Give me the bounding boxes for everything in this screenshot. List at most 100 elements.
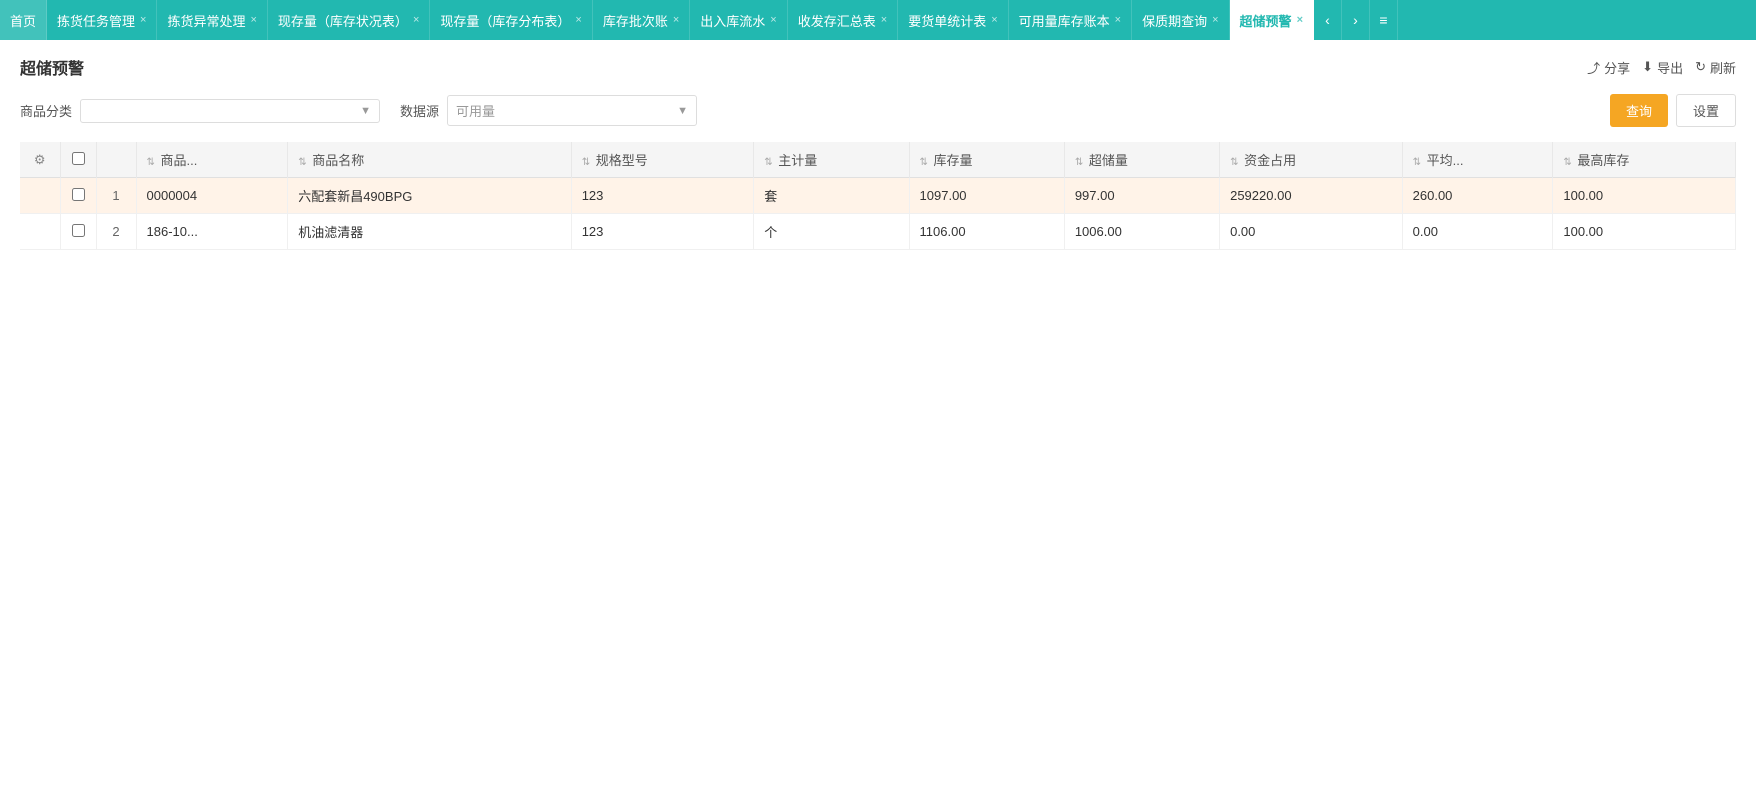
row-capital: 0.00 [1220,214,1403,250]
close-batch[interactable]: × [673,14,679,26]
export-action[interactable]: ⬇ 导出 [1642,58,1683,77]
table-header-row: ⚙ ⇅ 商品... ⇅ 商品名称 ⇅ 规格型号 [20,142,1736,178]
sort-capital-icon: ⇅ [1230,157,1238,168]
datasource-select[interactable]: 可用量 ▼ [447,95,697,126]
category-dropdown-icon: ▼ [360,105,371,117]
query-button[interactable]: 查询 [1610,94,1668,127]
row-settings-cell [20,214,60,250]
col-stock-header[interactable]: ⇅ 库存量 [909,142,1064,178]
row-product-code: 186-10... [136,214,288,250]
row-product-code: 0000004 [136,178,288,214]
row-checkbox-0[interactable] [72,188,85,201]
page-header: 超储预警 ⤴ 分享 ⬇ 导出 ↻ 刷新 [20,55,1736,79]
table-row: 2 186-10... 机油滤清器 123 个 1106.00 1006.00 … [20,214,1736,250]
sort-unit-icon: ⇅ [764,157,772,168]
settings-button[interactable]: 设置 [1676,94,1736,127]
row-checkbox-1[interactable] [72,224,85,237]
row-unit: 个 [754,214,909,250]
nav-stock-dist[interactable]: 现存量（库存分布表） × [430,0,592,40]
row-stock: 1106.00 [909,214,1064,250]
row-spec: 123 [571,214,754,250]
row-checkbox-cell[interactable] [60,214,96,250]
nav-menu-btn[interactable]: ≡ [1370,0,1398,40]
row-avg: 0.00 [1402,214,1553,250]
row-maxstock: 100.00 [1553,178,1736,214]
close-stock-dist[interactable]: × [575,14,581,26]
row-avg: 260.00 [1402,178,1553,214]
sort-product-name-icon: ⇅ [298,157,306,168]
col-unit-header[interactable]: ⇅ 主计量 [754,142,909,178]
nav-exception[interactable]: 拣货异常处理 × [157,0,267,40]
col-overstock-header[interactable]: ⇅ 超储量 [1064,142,1219,178]
settings-gear-icon[interactable]: ⚙ [34,152,46,167]
row-index-cell: 1 [96,178,136,214]
nav-expiry[interactable]: 保质期查询 × [1132,0,1229,40]
header-actions: ⤴ 分享 ⬇ 导出 ↻ 刷新 [1587,58,1736,77]
row-overstock: 997.00 [1064,178,1219,214]
sort-stock-icon: ⇅ [920,157,928,168]
topbar: 首页 拣货任务管理 × 拣货异常处理 × 现存量（库存状况表） × 现存量（库存… [0,0,1756,40]
close-overstock[interactable]: × [1297,14,1303,26]
row-stock: 1097.00 [909,178,1064,214]
share-action[interactable]: ⤴ 分享 [1587,58,1630,77]
row-product-name: 六配套新昌490BPG [288,178,572,214]
row-capital: 259220.00 [1220,178,1403,214]
nav-usable-stock[interactable]: 可用量库存账本 × [1009,0,1132,40]
category-label: 商品分类 [20,101,72,120]
col-settings-header[interactable]: ⚙ [20,142,60,178]
category-filter-group: 商品分类 ▼ [20,99,380,123]
category-select[interactable]: ▼ [80,99,380,123]
row-maxstock: 100.00 [1553,214,1736,250]
main-content: 超储预警 ⤴ 分享 ⬇ 导出 ↻ 刷新 商品分类 ▼ 数据源 [0,40,1756,800]
page-title: 超储预警 [20,55,84,79]
row-unit: 套 [754,178,909,214]
row-checkbox-cell[interactable] [60,178,96,214]
close-order-stats[interactable]: × [991,14,997,26]
data-table: ⚙ ⇅ 商品... ⇅ 商品名称 ⇅ 规格型号 [20,142,1736,250]
datasource-label: 数据源 [400,101,439,120]
export-icon: ⬇ [1642,59,1653,75]
filter-buttons: 查询 设置 [1610,94,1736,127]
close-summary[interactable]: × [881,14,887,26]
col-capital-header[interactable]: ⇅ 资金占用 [1220,142,1403,178]
col-avg-header[interactable]: ⇅ 平均... [1402,142,1553,178]
select-all-checkbox[interactable] [72,152,85,165]
nav-overstock[interactable]: 超储预警 × [1230,0,1314,40]
nav-summary[interactable]: 收发存汇总表 × [788,0,898,40]
refresh-icon: ↻ [1695,59,1706,75]
nav-next-btn[interactable]: › [1342,0,1370,40]
nav-stock-status[interactable]: 现存量（库存状况表） × [268,0,430,40]
refresh-action[interactable]: ↻ 刷新 [1695,58,1736,77]
nav-home[interactable]: 首页 [0,0,47,40]
close-usable-stock[interactable]: × [1115,14,1121,26]
col-product-code-header[interactable]: ⇅ 商品... [136,142,288,178]
table-row: 1 0000004 六配套新昌490BPG 123 套 1097.00 997.… [20,178,1736,214]
close-task-mgmt[interactable]: × [140,14,146,26]
col-maxstock-header[interactable]: ⇅ 最高库存 [1553,142,1736,178]
row-overstock: 1006.00 [1064,214,1219,250]
nav-order-stats[interactable]: 要货单统计表 × [898,0,1008,40]
sort-spec-icon: ⇅ [582,157,590,168]
close-exception[interactable]: × [250,14,256,26]
row-settings-cell [20,178,60,214]
filter-row: 商品分类 ▼ 数据源 可用量 ▼ 查询 设置 [20,94,1736,127]
datasource-select-text: 可用量 [456,101,495,120]
row-index-cell: 2 [96,214,136,250]
nav-batch[interactable]: 库存批次账 × [593,0,690,40]
nav-inout[interactable]: 出入库流水 × [690,0,787,40]
sort-product-code-icon: ⇅ [147,157,155,168]
col-checkbox-header[interactable] [60,142,96,178]
col-product-name-header[interactable]: ⇅ 商品名称 [288,142,572,178]
close-expiry[interactable]: × [1212,14,1218,26]
sort-overstock-icon: ⇅ [1075,157,1083,168]
share-icon: ⤴ [1587,58,1600,77]
nav-task-mgmt[interactable]: 拣货任务管理 × [47,0,157,40]
col-spec-header[interactable]: ⇅ 规格型号 [571,142,754,178]
nav-prev-btn[interactable]: ‹ [1314,0,1342,40]
sort-avg-icon: ⇅ [1413,157,1421,168]
col-index-header [96,142,136,178]
close-inout[interactable]: × [770,14,776,26]
row-product-name: 机油滤清器 [288,214,572,250]
datasource-dropdown-icon: ▼ [677,105,688,117]
close-stock-status[interactable]: × [413,14,419,26]
